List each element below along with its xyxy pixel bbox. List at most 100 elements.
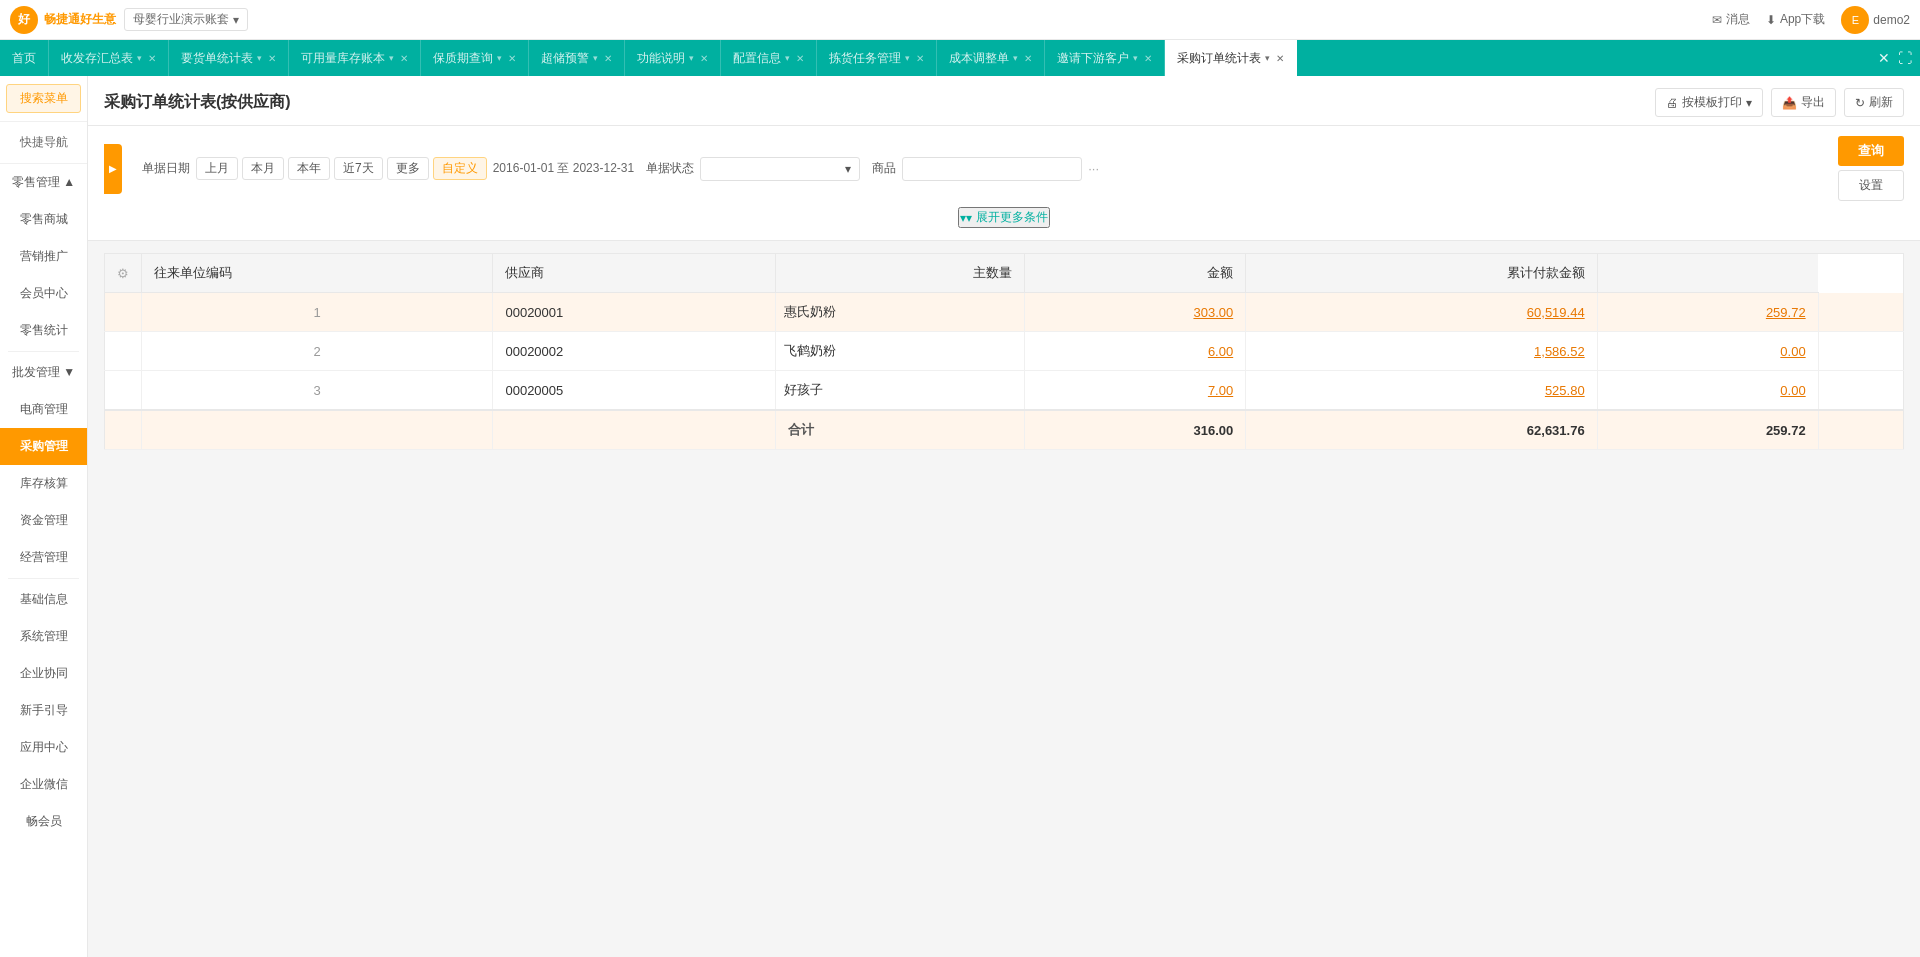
tab-config-info[interactable]: 配置信息 ▾ ✕ [721,40,817,76]
settings-button[interactable]: 设置 [1838,170,1904,201]
print-button[interactable]: 🖨 按模板打印 ▾ [1655,88,1763,117]
tab-invite-downstream-label: 邀请下游客户 [1057,50,1129,67]
sidebar-item-retail-mgmt[interactable]: 零售管理 ▲ [0,164,87,201]
goods-search-input[interactable] [902,157,1082,181]
custom-date-button[interactable]: 自定义 [433,157,487,180]
workspace-selector[interactable]: 母婴行业演示账套 ▾ [124,8,248,31]
tab-available-stock[interactable]: 可用量库存账本 ▾ ✕ [289,40,421,76]
row-1-amount[interactable]: 60,519.44 [1246,293,1597,332]
close-icon[interactable]: ✕ [400,53,408,64]
tab-invite-downstream[interactable]: 邀请下游客户 ▾ ✕ [1045,40,1165,76]
row-1-quantity[interactable]: 303.00 [1025,293,1246,332]
sidebar-item-purchase-mgmt[interactable]: 采购管理 [0,428,87,465]
row-1-paid[interactable]: 259.72 [1597,293,1818,332]
tab-home[interactable]: 首页 [0,40,49,76]
maximize-button[interactable]: ⛶ [1898,50,1912,66]
app-download-button[interactable]: ⬇ App下载 [1766,11,1825,28]
tab-overstock-alert[interactable]: 超储预警 ▾ ✕ [529,40,625,76]
last-7-days-button[interactable]: 近7天 [334,157,383,180]
tab-pickup-task-label: 拣货任务管理 [829,50,901,67]
filter-expand-section: ▾▾ 展开更多条件 [104,201,1904,230]
chevron-down-icon: ▾ [497,53,502,63]
row-3-extra [1818,371,1903,411]
nav-tabs-end: ✕ ⛶ [1878,50,1920,66]
close-all-tabs-button[interactable]: ✕ [1878,50,1890,66]
tab-function-desc[interactable]: 功能说明 ▾ ✕ [625,40,721,76]
row-2-amount[interactable]: 1,586.52 [1246,332,1597,371]
sidebar-item-inventory-check[interactable]: 库存核算 [0,465,87,502]
sidebar-item-member-center[interactable]: 会员中心 [0,275,87,312]
tab-cost-adjust-label: 成本调整单 [949,50,1009,67]
date-filter-label: 单据日期 [142,160,190,177]
row-2-quantity[interactable]: 6.00 [1025,332,1246,371]
nav-tabs: 首页 收发存汇总表 ▾ ✕ 要货单统计表 ▾ ✕ 可用量库存账本 ▾ ✕ 保质期… [0,40,1920,76]
tab-expiry-query[interactable]: 保质期查询 ▾ ✕ [421,40,529,76]
close-icon[interactable]: ✕ [508,53,516,64]
row-2-paid[interactable]: 0.00 [1597,332,1818,371]
last-month-button[interactable]: 上月 [196,157,238,180]
sidebar-item-app-center[interactable]: 应用中心 [0,729,87,766]
close-icon[interactable]: ✕ [916,53,924,64]
message-button[interactable]: ✉ 消息 [1712,11,1750,28]
more-options-icon[interactable]: ··· [1088,161,1099,176]
chevron-down-icon: ▾ [905,53,910,63]
sidebar-item-basic-info[interactable]: 基础信息 [0,581,87,618]
search-menu-button[interactable]: 搜索菜单 [6,84,81,113]
status-select[interactable]: ▾ [700,157,860,181]
tab-purchase-summary[interactable]: 采购订单统计表 ▾ ✕ [1165,40,1297,76]
logo-area[interactable]: 好 畅捷通好生意 [10,6,116,34]
sidebar-item-operations-mgmt[interactable]: 经营管理 [0,539,87,576]
new-guide-label: 新手引导 [20,703,68,717]
close-icon[interactable]: ✕ [700,53,708,64]
more-date-button[interactable]: 更多 [387,157,429,180]
quick-nav-button[interactable]: 快捷导航 [0,126,87,159]
chevron-down-icon: ▾ [785,53,790,63]
close-icon[interactable]: ✕ [1024,53,1032,64]
logo-icon: 好 [10,6,38,34]
refresh-button[interactable]: ↻ 刷新 [1844,88,1904,117]
table-body: 1 00020001 惠氏奶粉 303.00 60,519.44 259.72 … [105,293,1904,411]
sidebar-item-ecommerce-mgmt[interactable]: 电商管理 [0,391,87,428]
row-3-paid[interactable]: 0.00 [1597,371,1818,411]
chevron-down-icon: ▾ [593,53,598,63]
row-3-quantity[interactable]: 7.00 [1025,371,1246,411]
close-icon[interactable]: ✕ [796,53,804,64]
footer-empty-1 [105,410,142,450]
top-bar-left: 好 畅捷通好生意 母婴行业演示账套 ▾ [10,6,248,34]
col-settings[interactable]: ⚙ [105,254,142,293]
close-icon[interactable]: ✕ [1276,53,1284,64]
this-month-button[interactable]: 本月 [242,157,284,180]
close-icon[interactable]: ✕ [604,53,612,64]
tab-order-summary[interactable]: 要货单统计表 ▾ ✕ [169,40,289,76]
sidebar-item-wholesale-mgmt[interactable]: 批发管理 ▼ [0,354,87,391]
tab-pickup-task[interactable]: 拣货任务管理 ▾ ✕ [817,40,937,76]
close-icon[interactable]: ✕ [268,53,276,64]
operations-mgmt-label: 经营管理 [20,550,68,564]
search-button[interactable]: 查询 [1838,136,1904,166]
close-icon[interactable]: ✕ [148,53,156,64]
filter-toggle-button[interactable]: ▶ [104,144,122,194]
tab-receive-summary-label: 收发存汇总表 [61,50,133,67]
row-3-amount[interactable]: 525.80 [1246,371,1597,411]
chevron-down-icon: ▾ [1133,53,1138,63]
tab-cost-adjust[interactable]: 成本调整单 ▾ ✕ [937,40,1045,76]
table-footer: 合计 316.00 62,631.76 259.72 [105,410,1904,450]
sidebar-item-marketing[interactable]: 营销推广 [0,238,87,275]
user-avatar[interactable]: E demo2 [1841,6,1910,34]
close-icon[interactable]: ✕ [1144,53,1152,64]
sidebar-item-retail-stats[interactable]: 零售统计 [0,312,87,349]
tab-receive-summary[interactable]: 收发存汇总表 ▾ ✕ [49,40,169,76]
expand-more-conditions-button[interactable]: ▾▾ 展开更多条件 [958,207,1050,228]
sidebar-item-system-mgmt[interactable]: 系统管理 [0,618,87,655]
tab-home-label: 首页 [12,50,36,67]
sidebar-item-enterprise-collab[interactable]: 企业协同 [0,655,87,692]
chevron-down-icon: ▾ [1265,53,1270,63]
sidebar-item-retail-mall[interactable]: 零售商城 [0,201,87,238]
sidebar-item-vip-member[interactable]: 畅会员 [0,803,87,840]
export-button[interactable]: 📤 导出 [1771,88,1836,117]
sidebar-item-enterprise-wechat[interactable]: 企业微信 [0,766,87,803]
sidebar-item-new-guide[interactable]: 新手引导 [0,692,87,729]
sidebar-item-finance-mgmt[interactable]: 资金管理 [0,502,87,539]
row-1-extra [1818,293,1903,332]
this-year-button[interactable]: 本年 [288,157,330,180]
